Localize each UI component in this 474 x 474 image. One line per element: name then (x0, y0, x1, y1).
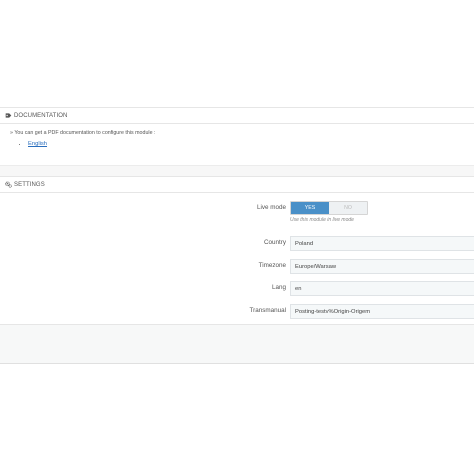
country-input[interactable]: Poland (290, 236, 474, 251)
settings-panel: SETTINGS Live mode YES NO Use this modul… (0, 176, 474, 364)
english-doc-link[interactable]: English (28, 141, 47, 147)
documentation-panel: DOCUMENTATION » You can get a PDF docume… (0, 107, 474, 178)
lang-input[interactable]: en (290, 281, 474, 296)
transmanual-input[interactable]: Posting-testv%Origin-Origem (290, 304, 474, 319)
live-mode-row: Live mode (0, 201, 474, 216)
timezone-row: Timezone Europe/Warsaw (0, 259, 474, 274)
live-mode-yes-option[interactable]: YES (291, 202, 329, 214)
documentation-title: DOCUMENTATION (14, 112, 68, 119)
lang-label: Lang (271, 284, 286, 291)
country-row: Country Poland (0, 236, 474, 251)
documentation-heading: DOCUMENTATION (0, 108, 474, 124)
bookmark-icon (5, 113, 12, 118)
live-mode-label: Live mode (256, 204, 286, 211)
live-mode-no-option[interactable]: NO (329, 202, 367, 214)
transmanual-label: Transmanual (249, 307, 286, 314)
documentation-links: English (28, 141, 474, 147)
settings-heading: SETTINGS (0, 177, 474, 193)
lang-row: Lang en (0, 281, 474, 296)
settings-title: SETTINGS (14, 181, 45, 188)
settings-footer (0, 324, 474, 364)
transmanual-row: Transmanual Posting-testv%Origin-Origem (0, 304, 474, 319)
live-mode-switch[interactable]: YES NO (290, 201, 368, 215)
timezone-input[interactable]: Europe/Warsaw (290, 259, 474, 274)
list-item: English (28, 141, 474, 147)
timezone-label: Timezone (258, 262, 286, 269)
country-label: Country (263, 239, 286, 246)
documentation-intro: » You can get a PDF documentation to con… (10, 130, 156, 136)
cogs-icon (5, 181, 12, 188)
live-mode-hint: Use this module in live mode (290, 217, 354, 223)
